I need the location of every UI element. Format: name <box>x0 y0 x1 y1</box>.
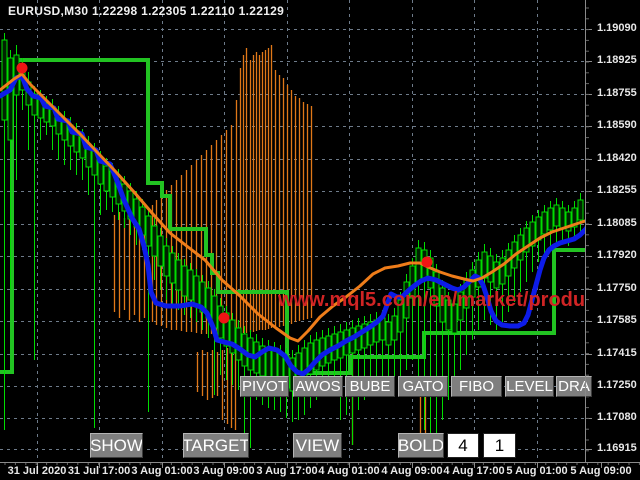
bold-period-input-1[interactable] <box>447 433 479 458</box>
time-axis-label: 5 Aug 01:00 <box>506 465 568 477</box>
time-axis-label: 4 Aug 17:00 <box>443 465 505 477</box>
price-axis-label: 1.19090 <box>597 22 637 34</box>
button-fibo[interactable]: FIBO <box>451 376 502 397</box>
button-awos[interactable]: AWOS <box>293 376 343 397</box>
price-axis-label: 1.18925 <box>597 54 637 66</box>
button-bube[interactable]: BUBE <box>345 376 395 397</box>
button-dra[interactable]: DRA <box>556 376 592 397</box>
time-axis-label: 31 Jul 2020 <box>7 465 67 477</box>
time-axis-label: 3 Aug 17:00 <box>256 465 318 477</box>
watermark-text: www.mql5.com/en/market/product/5268 <box>278 289 586 311</box>
price-axis-label: 1.17250 <box>597 379 637 391</box>
mt4-chart-window: PIVOT AWOS BUBE GATO FIBO LEVEL DRA SHOW TARGET V… <box>0 0 640 480</box>
price-axis-label: 1.18420 <box>597 152 637 164</box>
time-axis-label: 5 Aug 09:00 <box>570 465 632 477</box>
price-axis-label: 1.17585 <box>597 314 637 326</box>
symbol-ohlc-label: EURUSD,M30 1.22298 1.22305 1.22110 1.221… <box>8 4 285 18</box>
bold-period-input-2[interactable] <box>483 433 516 458</box>
button-level[interactable]: LEVEL <box>505 376 554 397</box>
price-axis-label: 1.18085 <box>597 217 637 229</box>
button-view[interactable]: VIEW <box>293 433 342 458</box>
button-target[interactable]: TARGET <box>183 433 249 458</box>
price-axis-label: 1.17080 <box>597 411 637 423</box>
price-axis-line <box>585 0 586 462</box>
button-pivot[interactable]: PIVOT <box>240 376 289 397</box>
time-axis-label: 3 Aug 01:00 <box>131 465 193 477</box>
price-axis-label: 1.18590 <box>597 119 637 131</box>
time-axis-label: 4 Aug 09:00 <box>381 465 443 477</box>
price-axis-label: 1.18755 <box>597 87 637 99</box>
time-axis-label: 3 Aug 09:00 <box>193 465 255 477</box>
price-axis-label: 1.17415 <box>597 347 637 359</box>
price-axis-label: 1.16915 <box>597 442 637 454</box>
price-axis-label: 1.18255 <box>597 184 637 196</box>
price-axis-label: 1.17750 <box>597 282 637 294</box>
time-axis-line <box>0 462 640 463</box>
button-show[interactable]: SHOW <box>90 433 143 458</box>
button-bold[interactable]: BOLD <box>398 433 444 458</box>
price-axis-label: 1.17920 <box>597 249 637 261</box>
button-gato[interactable]: GATO <box>398 376 448 397</box>
time-axis-label: 31 Jul 17:00 <box>67 465 131 477</box>
time-axis-label: 4 Aug 01:00 <box>318 465 380 477</box>
